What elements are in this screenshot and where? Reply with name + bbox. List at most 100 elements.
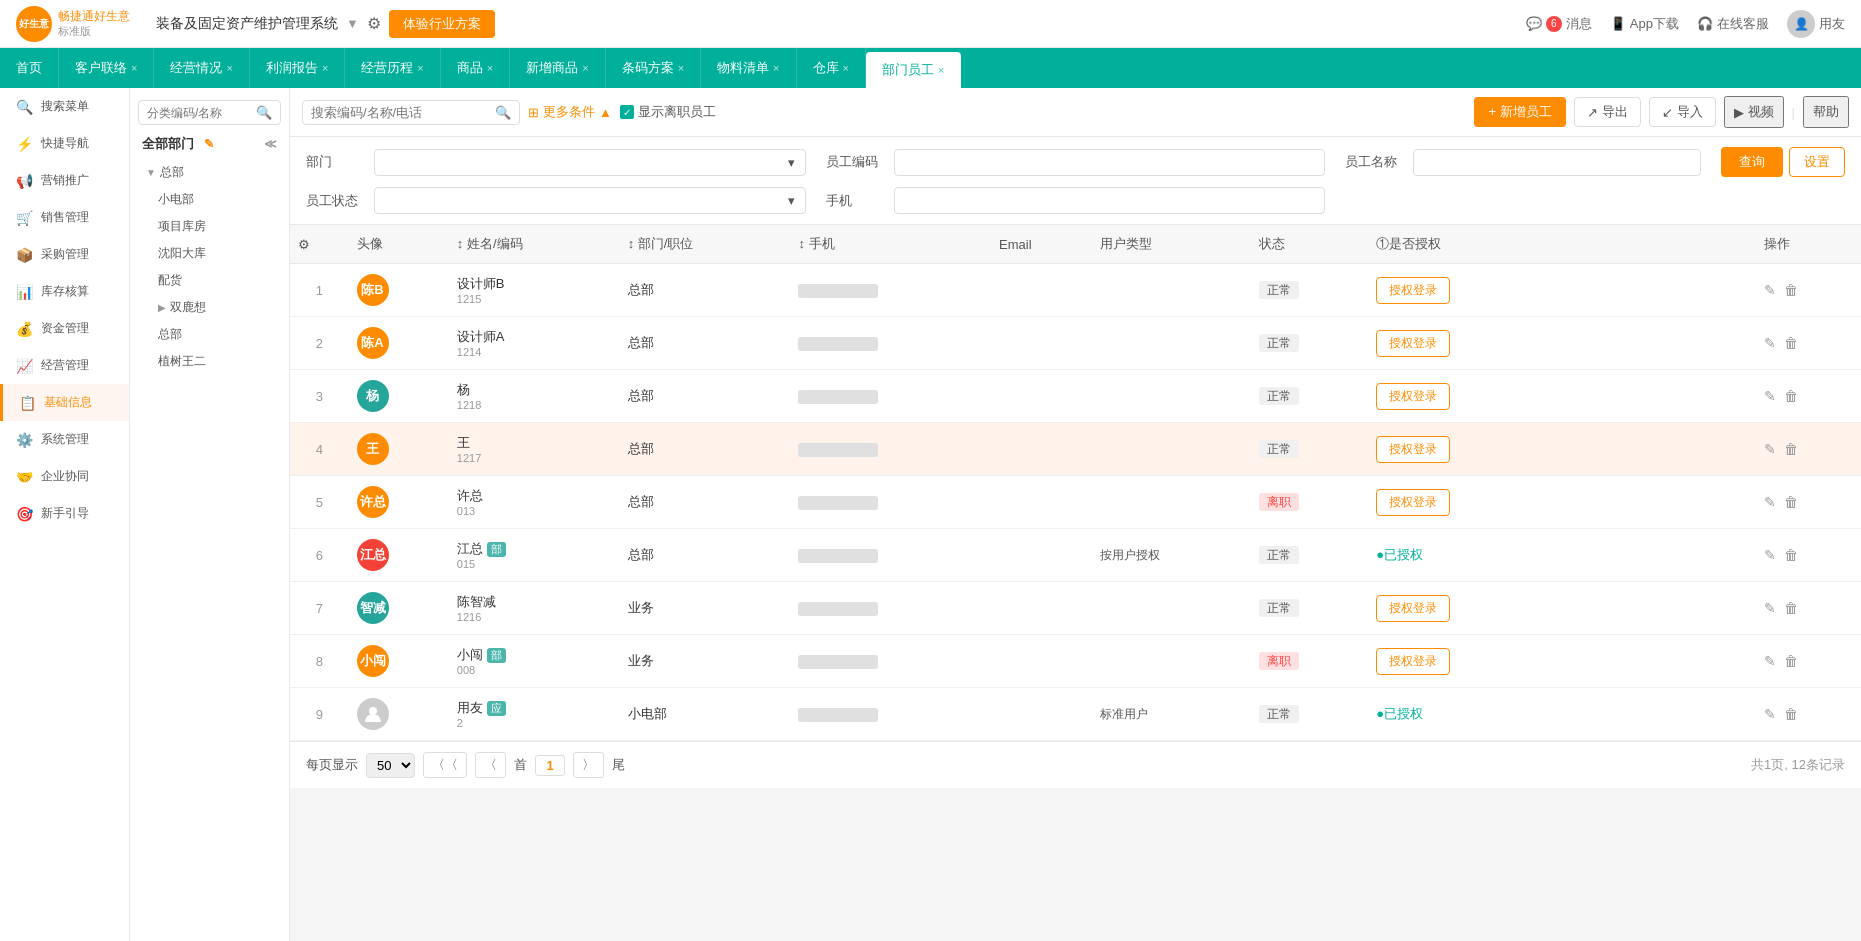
nav-tab-close-利润报告[interactable]: × — [322, 62, 328, 74]
edit-icon[interactable]: ✎ — [1764, 600, 1776, 616]
user-info[interactable]: 👤 用友 — [1787, 10, 1845, 38]
nav-tab-条码方案[interactable]: 条码方案 × — [606, 48, 701, 88]
prev-page-btn[interactable]: 〈 — [475, 752, 506, 778]
sidebar-item-销售管理[interactable]: 🛒销售管理 — [0, 199, 129, 236]
auth-btn[interactable]: 授权登录 — [1376, 277, 1450, 304]
import-button[interactable]: ↙ 导入 — [1649, 97, 1716, 127]
col-name[interactable]: ↕ 姓名/编码 — [449, 225, 620, 264]
sidebar-item-库存核算[interactable]: 📊库存核算 — [0, 273, 129, 310]
nav-tab-部门员工[interactable]: 部门员工 × — [866, 52, 961, 88]
more-filters-btn[interactable]: ⊞ 更多条件 ▲ — [528, 103, 612, 121]
sidebar-item-营销推广[interactable]: 📢营销推广 — [0, 162, 129, 199]
nav-tab-close-经营历程[interactable]: × — [417, 62, 423, 74]
toolbar-search-input[interactable] — [311, 105, 491, 120]
edit-icon[interactable]: ✎ — [1764, 547, 1776, 563]
nav-tab-仓库[interactable]: 仓库 × — [797, 48, 866, 88]
view-button[interactable]: ▶ 视频 — [1724, 96, 1784, 128]
edit-icon[interactable]: ✎ — [1764, 388, 1776, 404]
next-page-btn[interactable]: 〉 — [573, 752, 604, 778]
nav-tab-close-物料清单[interactable]: × — [773, 62, 779, 74]
col-dept[interactable]: ↕ 部门/职位 — [620, 225, 791, 264]
auth-btn[interactable]: 授权登录 — [1376, 436, 1450, 463]
emp-status-select[interactable]: ▾ — [374, 187, 806, 214]
dept-node-总部[interactable]: ▼总部 — [130, 159, 289, 186]
dept-filter-select[interactable]: ▾ — [374, 149, 806, 176]
delete-icon[interactable]: 🗑 — [1784, 547, 1798, 563]
dept-node-小电部[interactable]: 小电部 — [130, 186, 289, 213]
nav-tab-商品[interactable]: 商品 × — [441, 48, 510, 88]
edit-icon[interactable]: ✎ — [1764, 335, 1776, 351]
sidebar-item-经营管理[interactable]: 📈经营管理 — [0, 347, 129, 384]
trial-button[interactable]: 体验行业方案 — [389, 10, 495, 38]
edit-icon[interactable]: ✎ — [1764, 441, 1776, 457]
nav-tab-经营情况[interactable]: 经营情况 × — [154, 48, 249, 88]
show-resigned-toggle[interactable]: ✓ 显示离职员工 — [620, 103, 716, 121]
delete-icon[interactable]: 🗑 — [1784, 600, 1798, 616]
sidebar-item-系统管理[interactable]: ⚙️系统管理 — [0, 421, 129, 458]
nav-tab-close-客户联络[interactable]: × — [131, 62, 137, 74]
delete-icon[interactable]: 🗑 — [1784, 282, 1798, 298]
dept-search-input[interactable] — [147, 106, 252, 120]
nav-tab-close-条码方案[interactable]: × — [678, 62, 684, 74]
delete-icon[interactable]: 🗑 — [1784, 653, 1798, 669]
sidebar-item-搜索菜单[interactable]: 🔍搜索菜单 — [0, 88, 129, 125]
dept-collapse-icon[interactable]: ≪ — [264, 137, 277, 151]
delete-icon[interactable]: 🗑 — [1784, 335, 1798, 351]
nav-tab-客户联络[interactable]: 客户联络 × — [59, 48, 154, 88]
delete-icon[interactable]: 🗑 — [1784, 441, 1798, 457]
app-download-btn[interactable]: 📱 App下载 — [1610, 15, 1679, 33]
edit-icon[interactable]: ✎ — [1764, 494, 1776, 510]
phone-input[interactable] — [894, 187, 1326, 214]
query-button[interactable]: 查询 — [1721, 147, 1783, 177]
message-btn[interactable]: 💬 6 消息 — [1526, 15, 1592, 33]
nav-tab-close-部门员工[interactable]: × — [938, 64, 944, 76]
nav-tab-首页[interactable]: 首页 — [0, 48, 59, 88]
delete-icon[interactable]: 🗑 — [1784, 494, 1798, 510]
dept-node-沈阳大库[interactable]: 沈阳大库 — [130, 240, 289, 267]
sidebar-item-采购管理[interactable]: 📦采购管理 — [0, 236, 129, 273]
edit-icon[interactable]: ✎ — [1764, 653, 1776, 669]
auth-btn[interactable]: 授权登录 — [1376, 330, 1450, 357]
nav-tab-close-仓库[interactable]: × — [843, 62, 849, 74]
online-service-btn[interactable]: 🎧 在线客服 — [1697, 15, 1769, 33]
dept-edit-icon[interactable]: ✎ — [204, 137, 214, 151]
col-phone[interactable]: ↕ 手机 — [790, 225, 991, 264]
export-button[interactable]: ↗ 导出 — [1574, 97, 1641, 127]
nav-tab-close-商品[interactable]: × — [487, 62, 493, 74]
auth-btn[interactable]: 授权登录 — [1376, 489, 1450, 516]
add-employee-button[interactable]: + 新增员工 — [1474, 97, 1565, 127]
auth-btn[interactable]: 授权登录 — [1376, 648, 1450, 675]
nav-tab-经营历程[interactable]: 经营历程 × — [345, 48, 440, 88]
emp-code-input[interactable] — [894, 149, 1326, 176]
sidebar-item-基础信息[interactable]: 📋基础信息 — [0, 384, 129, 421]
dept-tree-all[interactable]: 全部部门 ✎ ≪ — [130, 129, 289, 159]
dept-node-项目库房[interactable]: 项目库房 — [130, 213, 289, 240]
sidebar-item-新手引导[interactable]: 🎯新手引导 — [0, 495, 129, 532]
delete-icon[interactable]: 🗑 — [1784, 388, 1798, 404]
end-page-btn[interactable]: 尾 — [612, 756, 625, 774]
dept-node-配货[interactable]: 配货 — [130, 267, 289, 294]
nav-tab-利润报告[interactable]: 利润报告 × — [250, 48, 345, 88]
nav-tab-新增商品[interactable]: 新增商品 × — [510, 48, 605, 88]
emp-name-input[interactable] — [1413, 149, 1701, 176]
help-button[interactable]: 帮助 — [1803, 96, 1849, 128]
per-page-select[interactable]: 50 — [366, 753, 415, 778]
dept-node-双鹿想[interactable]: ▶双鹿想 — [130, 294, 289, 321]
edit-icon[interactable]: ✎ — [1764, 282, 1776, 298]
sidebar-item-企业协同[interactable]: 🤝企业协同 — [0, 458, 129, 495]
auth-btn[interactable]: 授权登录 — [1376, 595, 1450, 622]
auth-btn[interactable]: 授权登录 — [1376, 383, 1450, 410]
settings-icon[interactable]: ⚙ — [367, 14, 381, 33]
nav-tab-物料清单[interactable]: 物料清单 × — [701, 48, 796, 88]
sys-dropdown-icon[interactable]: ▼ — [346, 16, 359, 31]
edit-icon[interactable]: ✎ — [1764, 706, 1776, 722]
dept-node-植树王二[interactable]: 植树王二 — [130, 348, 289, 375]
delete-icon[interactable]: 🗑 — [1784, 706, 1798, 722]
sidebar-item-快捷导航[interactable]: ⚡快捷导航 — [0, 125, 129, 162]
set-button[interactable]: 设置 — [1789, 147, 1845, 177]
first-page-btn[interactable]: 〈〈 — [423, 752, 467, 778]
col-settings[interactable]: ⚙ — [290, 225, 349, 264]
nav-tab-close-新增商品[interactable]: × — [582, 62, 588, 74]
nav-tab-close-经营情况[interactable]: × — [226, 62, 232, 74]
dept-node-总部[interactable]: 总部 — [130, 321, 289, 348]
